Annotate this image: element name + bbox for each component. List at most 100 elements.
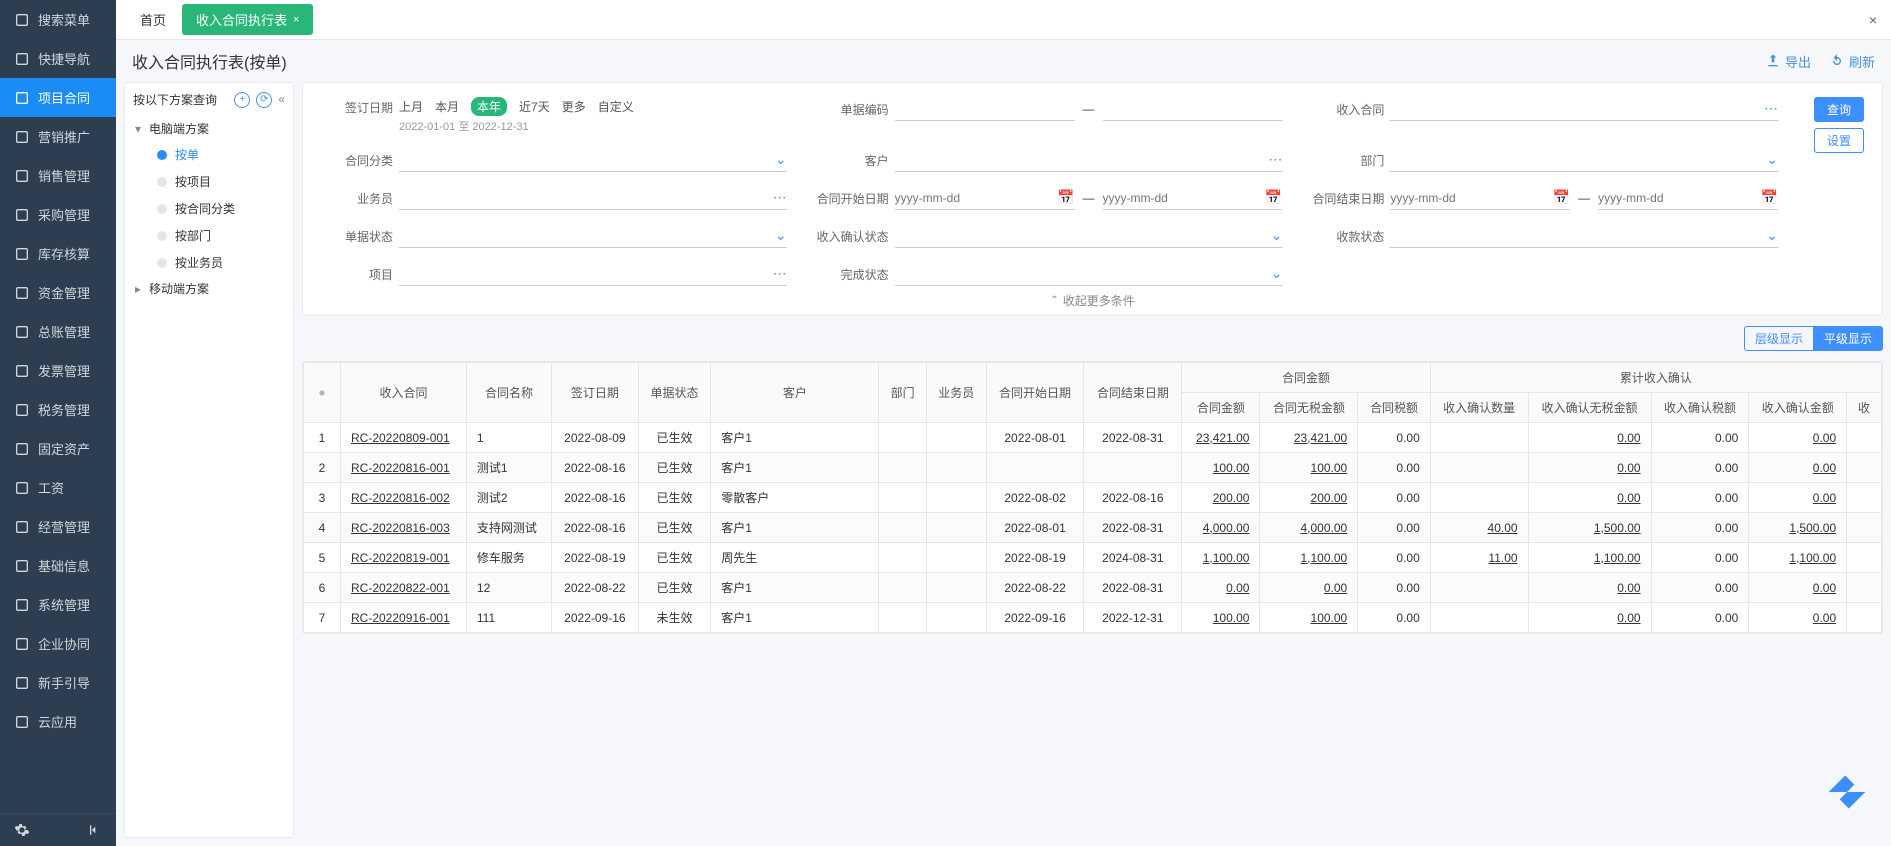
input-bill-status[interactable] [399, 229, 787, 243]
cell-amt-nt[interactable]: 100.00 [1260, 603, 1358, 633]
cell-camt[interactable]: 0.00 [1749, 573, 1847, 603]
chevron-down-icon[interactable]: ⌄ [775, 151, 787, 168]
calendar-icon[interactable]: 📅 [1265, 189, 1282, 206]
cell-amt-nt[interactable]: 200.00 [1260, 483, 1358, 513]
sidebar-item-4[interactable]: 销售管理 [0, 156, 116, 195]
scheme-collapse-icon[interactable]: « [278, 92, 285, 108]
cell-cqty[interactable] [1430, 603, 1528, 633]
sidebar-item-12[interactable]: 工资 [0, 468, 116, 507]
tree-leaf-4[interactable]: 按业务员 [151, 249, 285, 276]
input-start-date-from[interactable] [895, 191, 1075, 205]
input-start-date-to[interactable] [1103, 191, 1283, 205]
cell-cqty[interactable]: 11.00 [1430, 543, 1528, 573]
export-button[interactable]: 导出 [1765, 52, 1811, 71]
sidebar-item-6[interactable]: 库存核算 [0, 234, 116, 273]
cell-camt[interactable]: 1,500.00 [1749, 513, 1847, 543]
sidebar-item-15[interactable]: 系统管理 [0, 585, 116, 624]
tree-leaf-2[interactable]: 按合同分类 [151, 195, 285, 222]
cell-camt[interactable]: 0.00 [1749, 423, 1847, 453]
view-level-button[interactable]: 层级显示 [1744, 326, 1814, 351]
date-preset[interactable]: 自定义 [598, 98, 634, 115]
tree-leaf-1[interactable]: 按项目 [151, 168, 285, 195]
input-sales[interactable] [399, 191, 787, 205]
date-preset[interactable]: 近7天 [519, 98, 550, 115]
cell-code[interactable]: RC-20220816-003 [341, 513, 467, 543]
calendar-icon[interactable]: 📅 [1553, 189, 1570, 206]
tree-group[interactable]: ▸移动端方案 [133, 276, 285, 301]
tab-home[interactable]: 首页 [126, 4, 180, 35]
tree-group[interactable]: ▾电脑端方案 [133, 116, 285, 141]
cell-code[interactable]: RC-20220819-001 [341, 543, 467, 573]
date-preset[interactable]: 更多 [562, 98, 586, 115]
sidebar-item-14[interactable]: 基础信息 [0, 546, 116, 585]
cell-cqty[interactable] [1430, 453, 1528, 483]
cell-code[interactable]: RC-20220822-001 [341, 573, 467, 603]
input-end-date-from[interactable] [1390, 191, 1570, 205]
input-complete-status[interactable] [895, 267, 1283, 281]
sidebar-item-13[interactable]: 经营管理 [0, 507, 116, 546]
tab-active[interactable]: 收入合同执行表 × [182, 4, 313, 35]
cell-camt[interactable]: 0.00 [1749, 603, 1847, 633]
tree-leaf-3[interactable]: 按部门 [151, 222, 285, 249]
cell-amt-nt[interactable]: 1,100.00 [1260, 543, 1358, 573]
input-contract[interactable] [1390, 102, 1778, 116]
sidebar-item-8[interactable]: 总账管理 [0, 312, 116, 351]
chevron-down-icon[interactable]: ⌄ [1271, 265, 1283, 282]
input-customer[interactable] [895, 153, 1283, 167]
scheme-refresh-icon[interactable]: ⟳ [256, 92, 272, 108]
cell-cnt[interactable]: 1,100.00 [1528, 543, 1651, 573]
sidebar-item-16[interactable]: 企业协同 [0, 624, 116, 663]
cell-cnt[interactable]: 0.00 [1528, 603, 1651, 633]
sidebar-item-5[interactable]: 采购管理 [0, 195, 116, 234]
calendar-icon[interactable]: 📅 [1761, 189, 1778, 206]
input-project[interactable] [399, 267, 787, 281]
more-icon[interactable]: ⋯ [1764, 100, 1778, 117]
cell-amt-nt[interactable]: 4,000.00 [1260, 513, 1358, 543]
input-end-date-to[interactable] [1598, 191, 1778, 205]
cell-camt[interactable]: 1,100.00 [1749, 543, 1847, 573]
collapse-sidebar-icon[interactable] [86, 822, 102, 838]
view-flat-button[interactable]: 平级显示 [1814, 326, 1883, 351]
query-button[interactable]: 查询 [1814, 97, 1864, 122]
sidebar-item-10[interactable]: 税务管理 [0, 390, 116, 429]
cell-amt-nt[interactable]: 100.00 [1260, 453, 1358, 483]
cell-amt[interactable]: 0.00 [1182, 573, 1260, 603]
chevron-down-icon[interactable]: ⌄ [1271, 227, 1283, 244]
cell-cnt[interactable]: 0.00 [1528, 453, 1651, 483]
date-preset[interactable]: 上月 [399, 98, 423, 115]
cell-cnt[interactable]: 0.00 [1528, 573, 1651, 603]
sidebar-item-2[interactable]: 项目合同 [0, 78, 116, 117]
input-receive-status[interactable] [1390, 229, 1778, 243]
input-confirm-status[interactable] [895, 229, 1283, 243]
date-preset[interactable]: 本月 [435, 98, 459, 115]
refresh-button[interactable]: 刷新 [1829, 52, 1875, 71]
tree-leaf-0[interactable]: 按单 [151, 141, 285, 168]
sidebar-item-11[interactable]: 固定资产 [0, 429, 116, 468]
sidebar-item-17[interactable]: 新手引导 [0, 663, 116, 702]
sidebar-item-0[interactable]: 搜索菜单 [0, 0, 116, 39]
tabs-close-all-button[interactable]: × [1863, 10, 1883, 30]
cell-code[interactable]: RC-20220816-001 [341, 453, 467, 483]
tab-close-icon[interactable]: × [293, 14, 299, 26]
sidebar-item-9[interactable]: 发票管理 [0, 351, 116, 390]
cell-cqty[interactable] [1430, 423, 1528, 453]
gear-header[interactable] [304, 363, 341, 423]
sidebar-item-18[interactable]: 云应用 [0, 702, 116, 741]
scheme-add-icon[interactable]: + [234, 92, 250, 108]
cell-cqty[interactable]: 40.00 [1430, 513, 1528, 543]
cell-amt-nt[interactable]: 0.00 [1260, 573, 1358, 603]
more-icon[interactable]: ⋯ [1268, 151, 1282, 168]
more-icon[interactable]: ⋯ [773, 265, 787, 282]
cell-amt[interactable]: 200.00 [1182, 483, 1260, 513]
cell-code[interactable]: RC-20220916-001 [341, 603, 467, 633]
input-dept[interactable] [1390, 153, 1778, 167]
cell-cnt[interactable]: 0.00 [1528, 483, 1651, 513]
settings-gear-icon[interactable] [14, 822, 30, 838]
cell-amt[interactable]: 100.00 [1182, 453, 1260, 483]
cell-cqty[interactable] [1430, 573, 1528, 603]
sidebar-item-3[interactable]: 营销推广 [0, 117, 116, 156]
sidebar-item-7[interactable]: 资金管理 [0, 273, 116, 312]
cell-amt[interactable]: 23,421.00 [1182, 423, 1260, 453]
cell-camt[interactable]: 0.00 [1749, 483, 1847, 513]
cell-amt-nt[interactable]: 23,421.00 [1260, 423, 1358, 453]
